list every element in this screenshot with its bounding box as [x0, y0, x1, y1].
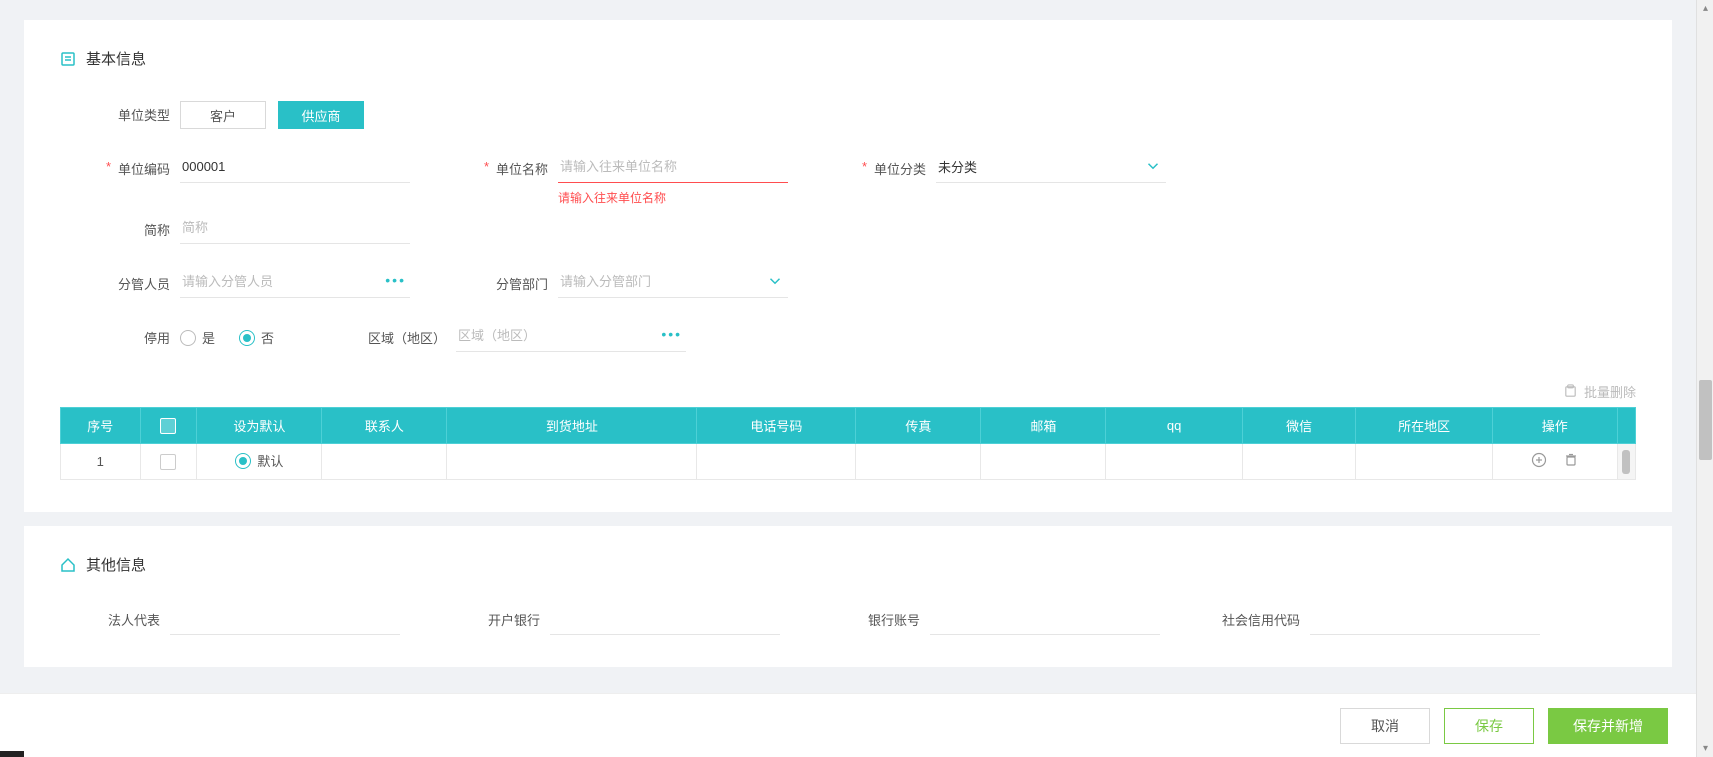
region-label: 区域（地区）: [324, 320, 456, 347]
contacts-table: 序号 设为默认 联系人 到货地址 电话号码 传真 邮箱 qq 微信 所在地区 操…: [60, 407, 1636, 480]
table-row: 1 默认: [61, 444, 1636, 480]
batch-delete-button[interactable]: 批量删除: [60, 382, 1636, 401]
cell-area[interactable]: [1356, 444, 1492, 480]
basic-info-card: 基本信息 单位类型 客户 供应商 单位编码: [24, 20, 1672, 512]
scroll-down-icon[interactable]: ▾: [1697, 740, 1713, 757]
unit-name-input[interactable]: [558, 151, 788, 183]
cell-contact[interactable]: [322, 444, 447, 480]
unit-type-customer-button[interactable]: 客户: [180, 101, 266, 129]
unit-type-label: 单位类型: [60, 97, 180, 124]
short-name-label: 简称: [60, 212, 180, 239]
unit-name-label: 单位名称: [438, 151, 558, 178]
unit-category-label: 单位分类: [816, 151, 936, 178]
col-fax: 传真: [856, 408, 981, 444]
disable-yes-radio[interactable]: 是: [180, 328, 215, 347]
unit-type-supplier-button[interactable]: 供应商: [278, 101, 364, 129]
disable-yes-label: 是: [202, 328, 215, 347]
col-ops: 操作: [1492, 408, 1617, 444]
other-info-header: 其他信息: [60, 554, 1636, 575]
account-input[interactable]: [930, 603, 1160, 635]
table-header-row: 序号 设为默认 联系人 到货地址 电话号码 传真 邮箱 qq 微信 所在地区 操…: [61, 408, 1636, 444]
unit-category-select[interactable]: [936, 151, 1166, 183]
dept-input[interactable]: [558, 266, 788, 298]
house-icon: [60, 557, 76, 573]
page-scrollbar[interactable]: ▴ ▾: [1696, 0, 1713, 757]
col-phone: 电话号码: [697, 408, 856, 444]
disable-no-radio[interactable]: 否: [239, 328, 274, 347]
row-default-label: 默认: [257, 451, 283, 470]
row-checkbox[interactable]: [160, 454, 176, 470]
cell-phone[interactable]: [697, 444, 856, 480]
basic-info-title: 基本信息: [86, 48, 146, 69]
unit-code-input[interactable]: [180, 151, 410, 183]
cell-fax[interactable]: [856, 444, 981, 480]
row-default-radio[interactable]: 默认: [235, 451, 283, 470]
footer-bar: 取消 保存 保存并新增: [0, 693, 1696, 757]
legal-rep-label: 法人代表: [60, 610, 170, 629]
save-button[interactable]: 保存: [1444, 708, 1534, 744]
col-contact: 联系人: [322, 408, 447, 444]
manager-label: 分管人员: [60, 266, 180, 293]
col-default: 设为默认: [197, 408, 322, 444]
col-wechat: 微信: [1242, 408, 1356, 444]
form-icon: [60, 51, 76, 67]
col-qq: qq: [1106, 408, 1242, 444]
cell-wechat[interactable]: [1242, 444, 1356, 480]
col-email: 邮箱: [981, 408, 1106, 444]
basic-info-header: 基本信息: [60, 48, 1636, 69]
cancel-button[interactable]: 取消: [1340, 708, 1430, 744]
col-select[interactable]: [140, 408, 197, 444]
other-info-card: 其他信息 法人代表 开户银行 银行账号 社会信用代码: [24, 526, 1672, 667]
batch-delete-label: 批量删除: [1584, 382, 1636, 401]
bank-input[interactable]: [550, 603, 780, 635]
scroll-thumb[interactable]: [1699, 380, 1712, 460]
region-input[interactable]: [456, 320, 686, 352]
col-area: 所在地区: [1356, 408, 1492, 444]
cell-email[interactable]: [981, 444, 1106, 480]
other-info-title: 其他信息: [86, 554, 146, 575]
dept-label: 分管部门: [438, 266, 558, 293]
legal-rep-input[interactable]: [170, 603, 400, 635]
delete-row-button[interactable]: [1563, 452, 1579, 468]
save-and-new-button[interactable]: 保存并新增: [1548, 708, 1668, 744]
cell-seq: 1: [61, 444, 141, 480]
credit-code-input[interactable]: [1310, 603, 1540, 635]
col-addr: 到货地址: [447, 408, 697, 444]
table-scroll-header: [1617, 408, 1635, 444]
bank-label: 开户银行: [440, 610, 550, 629]
disable-label: 停用: [60, 320, 180, 347]
cell-addr[interactable]: [447, 444, 697, 480]
add-row-button[interactable]: [1531, 452, 1547, 468]
unit-code-label: 单位编码: [60, 151, 180, 178]
select-all-checkbox[interactable]: [160, 418, 176, 434]
disable-no-label: 否: [261, 328, 274, 347]
col-seq: 序号: [61, 408, 141, 444]
credit-code-label: 社会信用代码: [1200, 610, 1310, 629]
scroll-up-icon[interactable]: ▴: [1697, 0, 1713, 17]
cell-qq[interactable]: [1106, 444, 1242, 480]
manager-input[interactable]: [180, 266, 410, 298]
unit-name-error: 请输入往来单位名称: [558, 189, 788, 206]
footer-shadow: [0, 751, 24, 757]
table-scrollbar[interactable]: [1617, 444, 1635, 480]
short-name-input[interactable]: [180, 212, 410, 244]
account-label: 银行账号: [820, 610, 930, 629]
